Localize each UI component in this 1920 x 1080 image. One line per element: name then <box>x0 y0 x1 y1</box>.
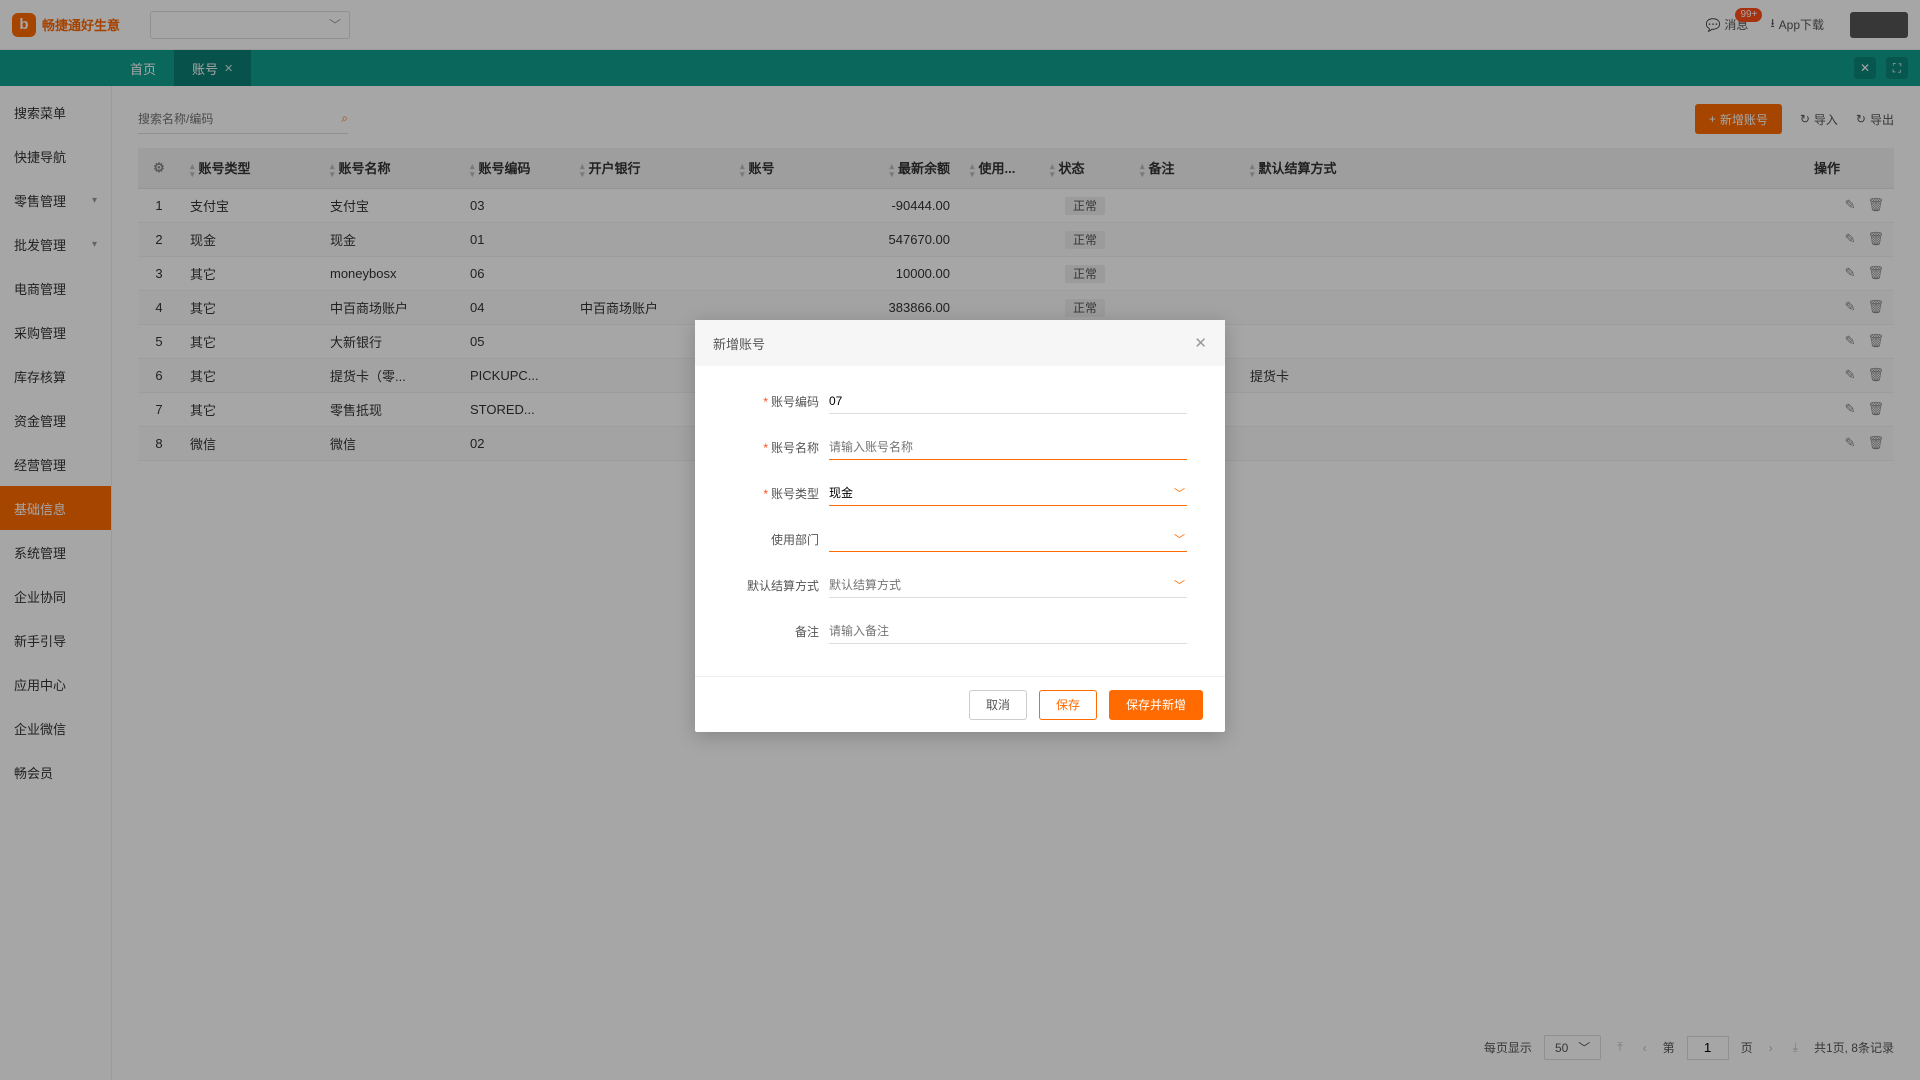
account-name-input[interactable] <box>829 434 1187 460</box>
remark-input[interactable] <box>829 618 1187 644</box>
account-code-input[interactable] <box>829 388 1187 414</box>
field-label-settle: 默认结算方式 <box>733 577 829 594</box>
settlement-select[interactable]: ﹀ <box>829 572 1187 598</box>
save-button[interactable]: 保存 <box>1039 690 1097 720</box>
modal-title: 新增账号 <box>713 334 765 353</box>
chevron-down-icon: ﹀ <box>1174 531 1185 547</box>
field-label-name: *账号名称 <box>733 439 829 456</box>
add-account-modal: 新增账号 ✕ *账号编码 *账号名称 *账号类型 ﹀ 使用部门 <box>695 320 1225 732</box>
field-label-dept: 使用部门 <box>733 531 829 548</box>
modal-footer: 取消 保存 保存并新增 <box>695 676 1225 732</box>
modal-header: 新增账号 ✕ <box>695 320 1225 366</box>
field-label-remark: 备注 <box>733 623 829 640</box>
field-label-code: *账号编码 <box>733 393 829 410</box>
account-type-select[interactable]: ﹀ <box>829 480 1187 506</box>
modal-close-button[interactable]: ✕ <box>1194 334 1207 352</box>
chevron-down-icon: ﹀ <box>1174 577 1185 593</box>
save-and-new-button[interactable]: 保存并新增 <box>1109 690 1203 720</box>
field-label-type: *账号类型 <box>733 485 829 502</box>
department-select[interactable]: ﹀ <box>829 526 1187 552</box>
cancel-button[interactable]: 取消 <box>969 690 1027 720</box>
modal-backdrop[interactable]: 新增账号 ✕ *账号编码 *账号名称 *账号类型 ﹀ 使用部门 <box>0 0 1920 1080</box>
chevron-down-icon: ﹀ <box>1174 485 1185 501</box>
